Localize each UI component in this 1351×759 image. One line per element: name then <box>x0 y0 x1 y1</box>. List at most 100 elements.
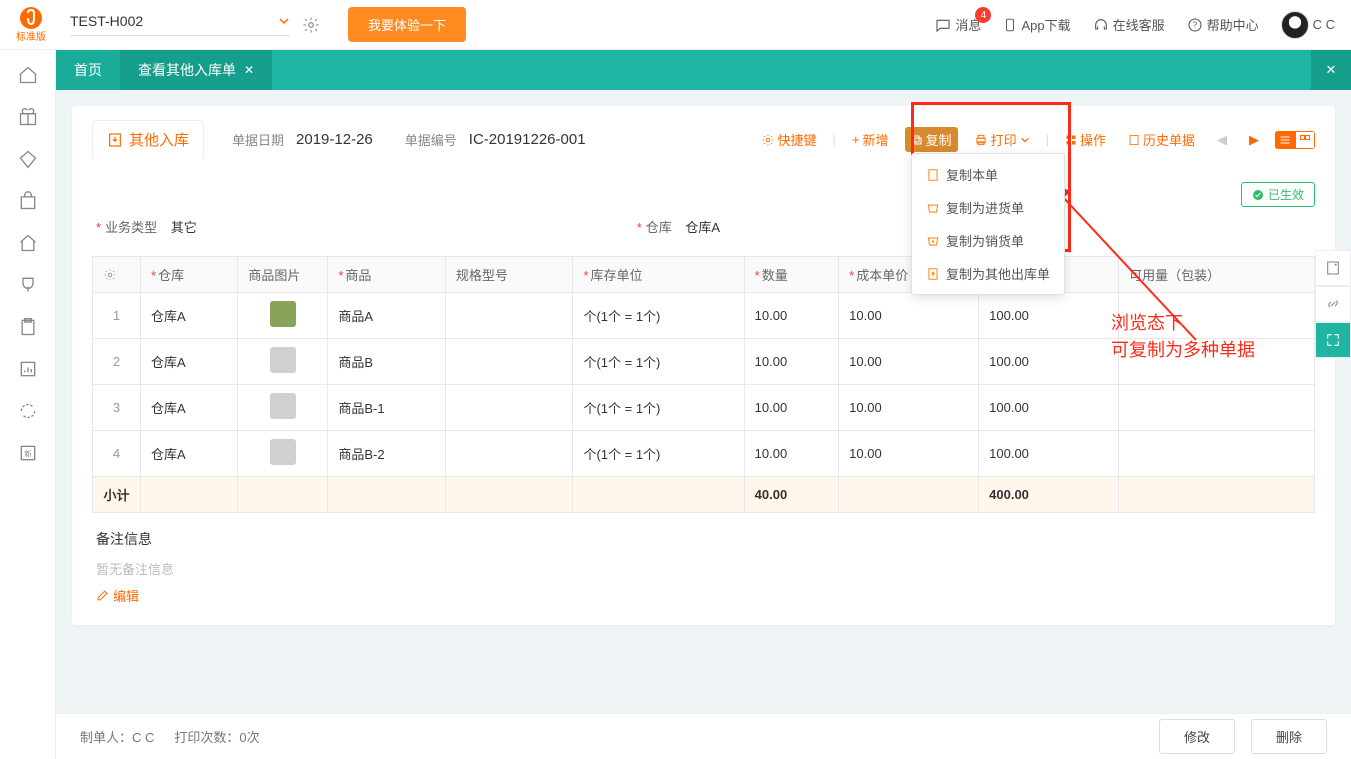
check-icon <box>1252 189 1264 201</box>
product-thumb <box>270 393 296 419</box>
copy-dropdown: 复制本单 复制为进货单 复制为销货单 <box>911 153 1065 295</box>
copy-as-purchase-item[interactable]: 复制为进货单 <box>912 191 1064 224</box>
messages-badge: 4 <box>975 7 991 23</box>
phone-icon <box>1003 17 1017 33</box>
plus-icon: + <box>852 132 860 147</box>
online-service-link[interactable]: 在线客服 <box>1093 15 1165 34</box>
copy-as-other-out-item[interactable]: 复制为其他出库单 <box>912 257 1064 290</box>
subtotal-row: 小计 40.00400.00 <box>93 477 1315 513</box>
product-thumb <box>270 301 296 327</box>
logo-label: 标准版 <box>16 28 46 43</box>
remark-title: 备注信息 <box>96 529 1311 549</box>
svg-text:?: ? <box>1192 20 1197 29</box>
company-select[interactable]: TEST-H002 <box>70 13 290 36</box>
doc-date: 2019-12-26 <box>296 131 373 148</box>
settings-gear-icon[interactable] <box>302 16 320 34</box>
header-right: 消息 4 App下载 在线客服 ? 帮助中心 C C <box>935 11 1335 39</box>
new-action[interactable]: + 新增 <box>846 127 895 152</box>
help-icon: ? <box>1187 17 1203 33</box>
messages-link[interactable]: 消息 4 <box>935 15 981 34</box>
main-area: 首页 查看其他入库单 ✕ ✕ 其他入库 单据日期 20 <box>56 50 1351 759</box>
message-icon <box>935 17 951 33</box>
modify-button[interactable]: 修改 <box>1159 719 1235 754</box>
warehouse-field: *仓库 仓库A <box>637 217 720 236</box>
product-thumb <box>270 347 296 373</box>
col-spec: 规格型号 <box>445 257 573 293</box>
sales-icon <box>926 234 940 248</box>
tool-expand-icon[interactable] <box>1315 322 1351 358</box>
doc-number: IC-20191226-001 <box>469 131 586 148</box>
prev-action[interactable]: ◀ <box>1211 129 1233 151</box>
headset-icon <box>1093 17 1109 33</box>
card-title: 其他入库 <box>129 129 189 150</box>
card-header: 其他入库 单据日期 2019-12-26 单据编号 IC-20191226-00… <box>72 106 1335 174</box>
left-nav: 新 <box>0 50 56 759</box>
tab-home[interactable]: 首页 <box>56 50 120 90</box>
user-menu[interactable]: C C <box>1281 11 1335 39</box>
try-button[interactable]: 我要体验一下 <box>348 7 466 42</box>
card-meta: 单据日期 2019-12-26 单据编号 IC-20191226-001 <box>232 130 586 149</box>
app-download-link[interactable]: App下载 <box>1003 15 1070 34</box>
tab-current[interactable]: 查看其他入库单 ✕ <box>120 50 272 90</box>
shortcut-action[interactable]: 快捷键 <box>755 127 823 152</box>
delete-button[interactable]: 删除 <box>1251 719 1327 754</box>
tabs-bar: 首页 查看其他入库单 ✕ ✕ <box>56 50 1351 90</box>
nav-clipboard-icon[interactable] <box>17 316 39 338</box>
nav-house-icon[interactable] <box>17 232 39 254</box>
nav-new-icon[interactable]: 新 <box>17 442 39 464</box>
chevron-down-icon <box>278 15 290 27</box>
creator-info: 制单人：C C <box>80 727 154 746</box>
nav-report-icon[interactable] <box>17 358 39 380</box>
col-warehouse: *仓库 <box>141 257 238 293</box>
svg-text:新: 新 <box>24 448 32 458</box>
footer-bar: 制单人：C C 打印次数：0次 修改 删除 <box>56 713 1351 759</box>
help-center-link[interactable]: ? 帮助中心 <box>1187 15 1259 34</box>
print-info: 打印次数：0次 <box>174 727 259 746</box>
view-switch <box>1275 131 1315 149</box>
table-row[interactable]: 4 仓库A 商品B-2 个(1个 = 1个) 10.00 10.00 100.0… <box>93 431 1315 477</box>
top-header: 标准版 TEST-H002 我要体验一下 消息 4 App下载 在线客服 ? 帮… <box>0 0 1351 50</box>
view-card-icon[interactable] <box>1295 131 1315 149</box>
col-image: 商品图片 <box>238 257 328 293</box>
status-badge: 已生效 <box>1241 182 1315 207</box>
edit-remark-link[interactable]: 编辑 <box>96 586 139 605</box>
copy-as-sales-item[interactable]: 复制为销货单 <box>912 224 1064 257</box>
tool-note-icon[interactable] <box>1315 250 1351 286</box>
company-name: TEST-H002 <box>70 13 143 29</box>
doc-in-icon <box>107 132 123 148</box>
close-all-tabs[interactable]: ✕ <box>1311 50 1351 90</box>
right-tools <box>1315 250 1351 358</box>
avatar <box>1281 11 1309 39</box>
logo[interactable]: 标准版 <box>16 6 46 43</box>
col-gear[interactable] <box>93 257 141 293</box>
copy-this-item[interactable]: 复制本单 <box>912 158 1064 191</box>
product-thumb <box>270 439 296 465</box>
tool-link-icon[interactable] <box>1315 286 1351 322</box>
nav-diamond-icon[interactable] <box>17 148 39 170</box>
history-icon <box>1128 134 1140 146</box>
nav-gift-icon[interactable] <box>17 106 39 128</box>
col-qty: *数量 <box>744 257 839 293</box>
purchase-icon <box>926 201 940 215</box>
view-list-icon[interactable] <box>1275 131 1295 149</box>
history-action[interactable]: 历史单据 <box>1122 127 1201 152</box>
remark-empty: 暂无备注信息 <box>96 559 1311 578</box>
edit-icon <box>96 589 109 602</box>
nav-money-icon[interactable] <box>17 274 39 296</box>
next-action[interactable]: ▶ <box>1243 129 1265 151</box>
annotation-text: 浏览态下 可复制为多种单据 <box>1111 310 1255 364</box>
col-product: *商品 <box>328 257 446 293</box>
warehouse-value: 仓库A <box>685 220 720 235</box>
remark-section: 备注信息 暂无备注信息 编辑 <box>72 513 1335 625</box>
nav-cycle-icon[interactable] <box>17 400 39 422</box>
nav-bag-icon[interactable] <box>17 190 39 212</box>
biz-type-field: *业务类型 其它 <box>96 217 197 236</box>
nav-home-icon[interactable] <box>17 64 39 86</box>
gear-icon <box>761 133 775 147</box>
table-row[interactable]: 3 仓库A 商品B-1 个(1个 = 1个) 10.00 10.00 100.0… <box>93 385 1315 431</box>
card-title-tab[interactable]: 其他入库 <box>92 120 204 160</box>
copy-doc-icon <box>926 168 940 182</box>
close-tab-icon[interactable]: ✕ <box>244 63 254 77</box>
biz-type-value: 其它 <box>171 220 197 235</box>
out-icon <box>926 267 940 281</box>
